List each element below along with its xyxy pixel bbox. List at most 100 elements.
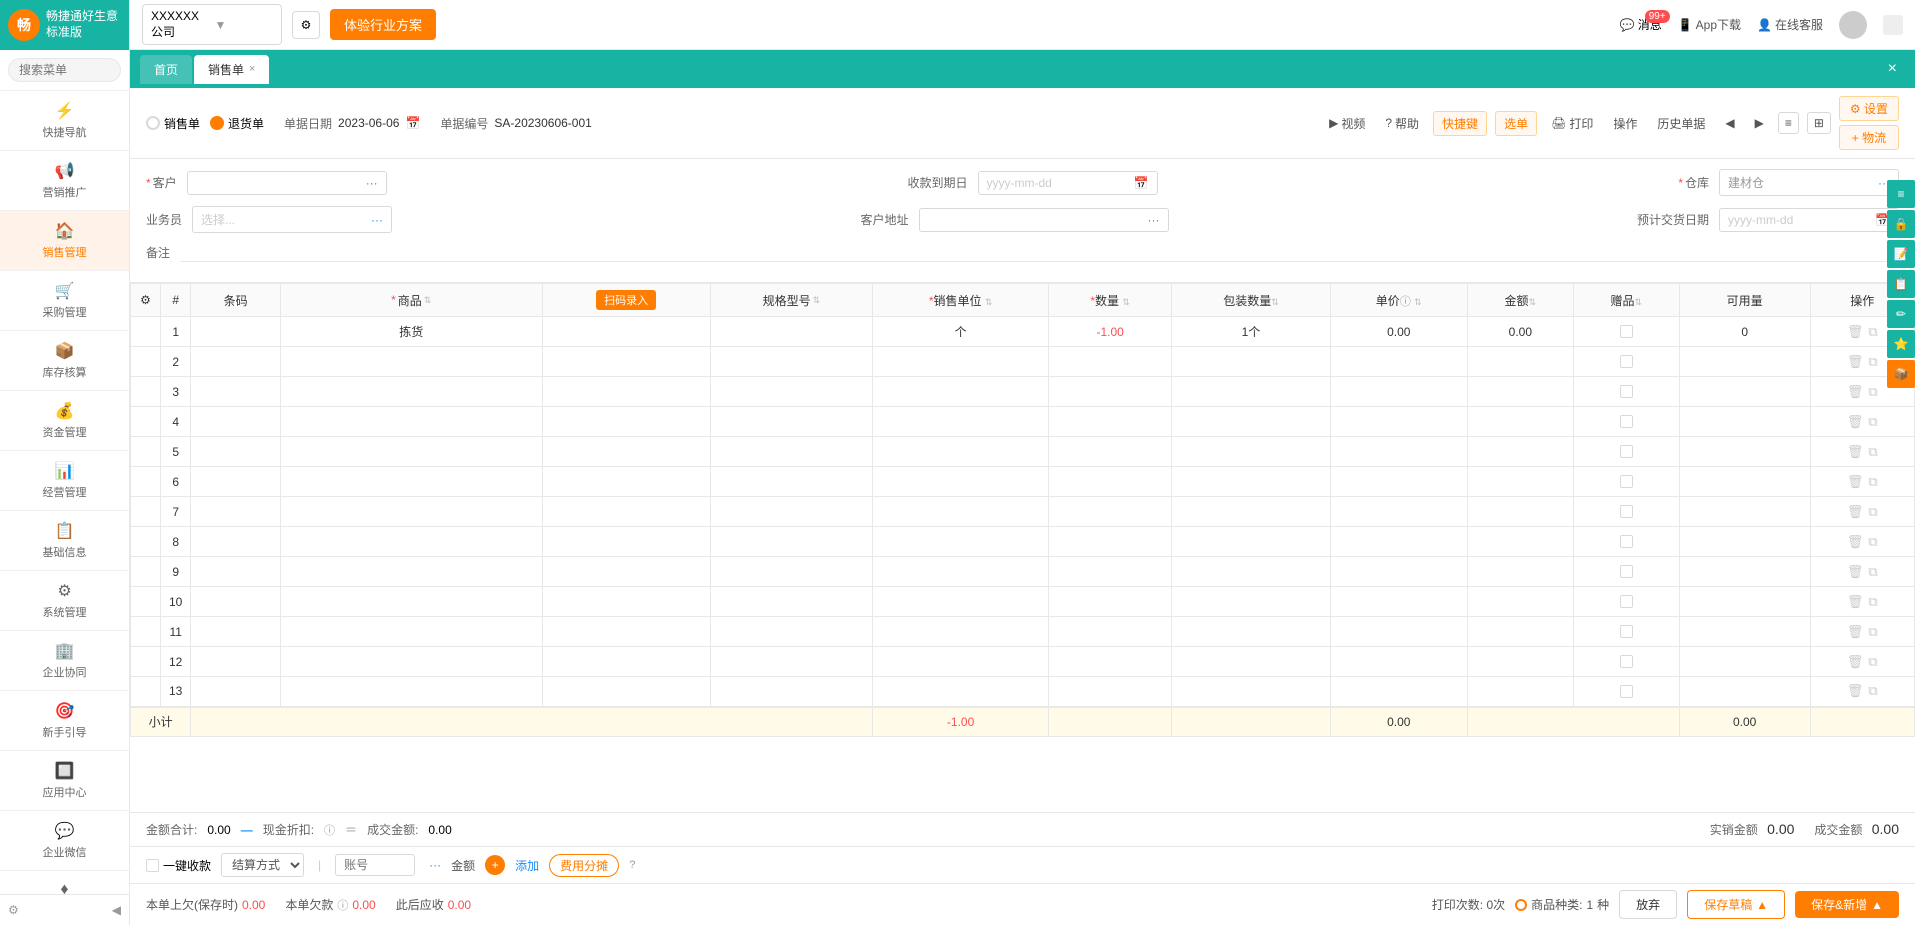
account-dots-icon[interactable]: ··· xyxy=(429,858,441,872)
copy-icon-5[interactable]: ⧉ xyxy=(1868,444,1877,460)
sidebar-item-enterprise[interactable]: 🏢 企业协同 xyxy=(0,631,129,691)
notes-input[interactable] xyxy=(180,243,1899,262)
delete-icon-3[interactable]: 🗑 xyxy=(1847,384,1864,400)
delete-icon-1[interactable]: 🗑 xyxy=(1847,324,1864,340)
sidebar-item-sales[interactable]: 🏠 销售管理 xyxy=(0,211,129,271)
customer-addr-input[interactable]: ··· xyxy=(919,208,1169,232)
add-payment-btn[interactable]: + xyxy=(485,855,505,875)
sidebar-item-business[interactable]: 📊 经营管理 xyxy=(0,451,129,511)
r2-settings[interactable] xyxy=(131,347,161,377)
copy-icon-13[interactable]: ⧉ xyxy=(1868,683,1877,699)
copy-icon-6[interactable]: ⧉ xyxy=(1868,474,1877,490)
fee-help-icon[interactable]: ? xyxy=(629,859,635,871)
sidebar-item-app-center[interactable]: 🔲 应用中心 xyxy=(0,751,129,811)
row-unit-1[interactable]: 个 xyxy=(873,317,1049,347)
user-avatar[interactable] xyxy=(1839,11,1867,39)
delete-icon-10[interactable]: 🗑 xyxy=(1847,594,1864,610)
online-service-btn[interactable]: 👤 在线客服 xyxy=(1757,16,1823,33)
copy-icon-2[interactable]: ⧉ xyxy=(1868,354,1877,370)
sidebar-item-quick-nav[interactable]: ⚡ 快捷导航 xyxy=(0,91,129,151)
app-download-btn[interactable]: 📱 App下载 xyxy=(1678,16,1741,33)
float-btn-3[interactable]: 📝 xyxy=(1887,240,1915,268)
date-calendar-icon[interactable]: 📅 xyxy=(405,116,420,130)
row-goods-1[interactable]: 拣货 xyxy=(280,317,542,347)
sidebar-item-capital[interactable]: 💰 资金管理 xyxy=(0,391,129,451)
nav-next-btn[interactable]: ▶ xyxy=(1749,113,1770,133)
sidebar-item-guide[interactable]: 🎯 新手引导 xyxy=(0,691,129,751)
salesperson-input[interactable]: 选择... ··· xyxy=(192,206,392,233)
delete-icon-5[interactable]: 🗑 xyxy=(1847,444,1864,460)
delete-icon-13[interactable]: 🗑 xyxy=(1847,683,1864,699)
discard-button[interactable]: 放弃 xyxy=(1619,890,1677,919)
company-selector[interactable]: XXXXXX公司 ▼ xyxy=(142,4,282,45)
tab-home[interactable]: 首页 xyxy=(140,55,192,84)
tab-close-icon[interactable]: × xyxy=(249,63,255,75)
scan-btn[interactable]: 扫码录入 xyxy=(596,290,656,310)
delete-icon-8[interactable]: 🗑 xyxy=(1847,534,1864,550)
shortcut-btn[interactable]: 快捷键 xyxy=(1433,111,1487,136)
spec-sort[interactable]: 规格型号⇅ xyxy=(763,292,821,309)
calc-method-select[interactable]: 结算方式 xyxy=(221,853,304,877)
tabbar-close-btn[interactable]: × xyxy=(1880,60,1905,78)
trial-button[interactable]: 体验行业方案 xyxy=(330,9,436,40)
goods-sort[interactable]: *商品 ⇅ xyxy=(391,292,431,309)
fee-split-btn[interactable]: 费用分摊 xyxy=(549,854,619,877)
short-info-icon[interactable]: ⓘ xyxy=(337,897,348,913)
goods-type-info[interactable]: 商品种类: 1 种 xyxy=(1515,896,1609,913)
select-btn[interactable]: 选单 xyxy=(1495,111,1537,136)
view-grid-btn[interactable]: ⊞ xyxy=(1807,112,1831,134)
radio-sales[interactable]: 销售单 xyxy=(146,115,200,132)
save-new-button[interactable]: 保存&新增 ▲ xyxy=(1795,891,1899,918)
row-amount-1[interactable]: 0.00 xyxy=(1467,317,1573,347)
topbar-settings-btn[interactable]: ⚙ xyxy=(292,11,320,39)
delete-icon-9[interactable]: 🗑 xyxy=(1847,564,1864,580)
nav-prev-btn[interactable]: ◀ xyxy=(1719,113,1740,133)
sidebar-item-marketing[interactable]: 📢 营销推广 xyxy=(0,151,129,211)
float-btn-6[interactable]: ⭐ xyxy=(1887,330,1915,358)
float-btn-2[interactable]: 🔒 xyxy=(1887,210,1915,238)
float-btn-orange[interactable]: 📦 xyxy=(1887,360,1915,388)
view-list-btn[interactable]: ≡ xyxy=(1778,112,1799,134)
copy-icon-11[interactable]: ⧉ xyxy=(1868,624,1877,640)
message-btn[interactable]: 💬 消息 99+ xyxy=(1620,16,1662,33)
receipt-cal-icon[interactable]: 📅 xyxy=(1134,176,1149,190)
copy-icon-1[interactable]: ⧉ xyxy=(1868,324,1877,340)
copy-icon-7[interactable]: ⧉ xyxy=(1868,504,1877,520)
sidebar-item-wechat[interactable]: 💬 企业微信 xyxy=(0,811,129,871)
expected-date-input[interactable]: yyyy-mm-dd 📅 xyxy=(1719,208,1899,232)
row-qty-1[interactable]: -1.00 xyxy=(1048,317,1171,347)
copy-icon-12[interactable]: ⧉ xyxy=(1868,654,1877,670)
discount-info-icon[interactable]: ⓘ xyxy=(324,822,335,838)
one-click-payment-cb[interactable]: 一键收款 xyxy=(146,857,211,874)
copy-icon-8[interactable]: ⧉ xyxy=(1868,534,1877,550)
copy-icon-4[interactable]: ⧉ xyxy=(1868,414,1877,430)
sidebar-item-purchase[interactable]: 🛒 采购管理 xyxy=(0,271,129,331)
help-btn[interactable]: ? 帮助 xyxy=(1379,112,1425,135)
save-draft-button[interactable]: 保存草稿 ▲ xyxy=(1687,890,1785,919)
th-settings[interactable]: ⚙ xyxy=(131,284,161,317)
row-gift-1[interactable] xyxy=(1573,317,1679,347)
print-btn[interactable]: 🖨 打印 xyxy=(1545,112,1599,135)
copy-icon-10[interactable]: ⧉ xyxy=(1868,594,1877,610)
sidebar-item-inventory[interactable]: 📦 库存核算 xyxy=(0,331,129,391)
row-spec-1[interactable] xyxy=(710,317,873,347)
sidebar-collapse-icon[interactable]: ◀ xyxy=(112,903,121,917)
delete-icon-4[interactable]: 🗑 xyxy=(1847,414,1864,430)
sidebar-settings-icon[interactable]: ⚙ xyxy=(8,903,19,917)
operation-btn[interactable]: 操作 xyxy=(1607,112,1643,135)
float-btn-5[interactable]: ✏ xyxy=(1887,300,1915,328)
video-btn[interactable]: ▶ 视频 xyxy=(1323,112,1371,135)
delete-icon-6[interactable]: 🗑 xyxy=(1847,474,1864,490)
account-input[interactable] xyxy=(335,854,415,876)
addr-dots-icon[interactable]: ··· xyxy=(1148,213,1160,227)
delete-icon-11[interactable]: 🗑 xyxy=(1847,624,1864,640)
sidebar-item-base-info[interactable]: 📋 基础信息 xyxy=(0,511,129,571)
sidebar-item-member[interactable]: ♦ 畅会员 xyxy=(0,871,129,894)
customer-dots-icon[interactable]: ··· xyxy=(366,176,378,190)
copy-icon-9[interactable]: ⧉ xyxy=(1868,564,1877,580)
delete-icon-7[interactable]: 🗑 xyxy=(1847,504,1864,520)
float-btn-4[interactable]: 📋 xyxy=(1887,270,1915,298)
logistics-btn[interactable]: + 物流 xyxy=(1839,125,1899,150)
price-info-icon[interactable]: ⓘ xyxy=(1400,296,1411,308)
float-btn-1[interactable]: ≡ xyxy=(1887,180,1915,208)
